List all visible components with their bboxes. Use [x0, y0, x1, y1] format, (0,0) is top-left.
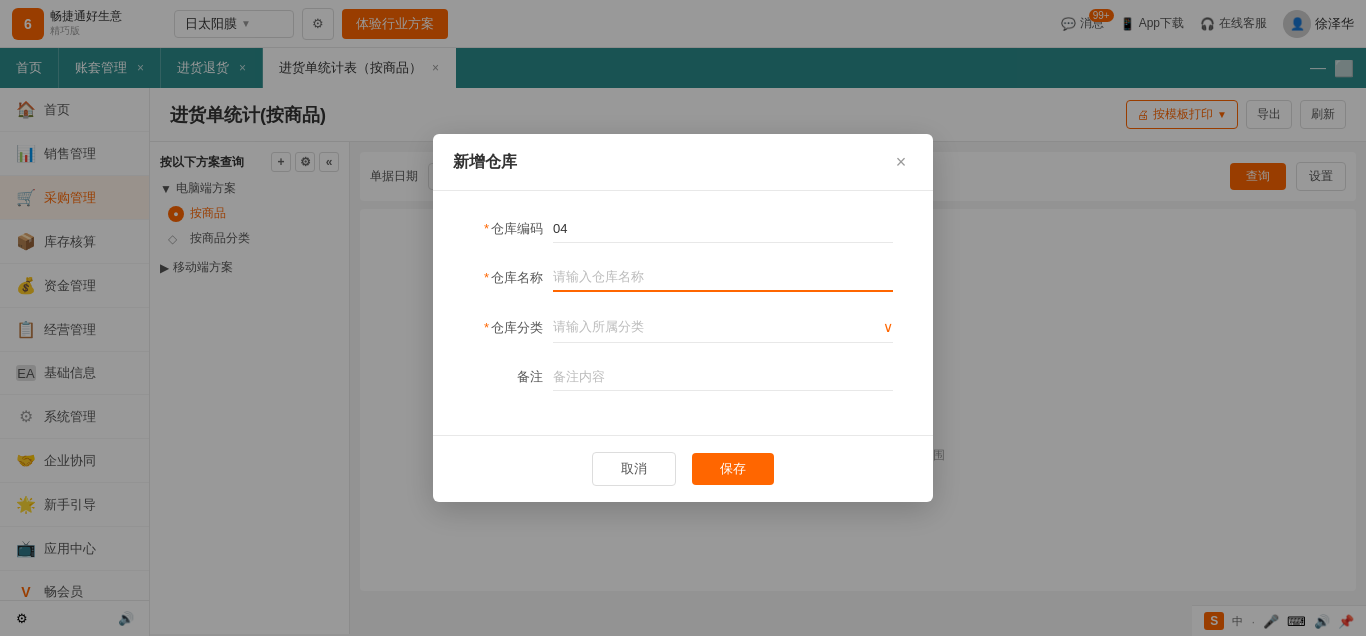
cancel-button[interactable]: 取消 — [592, 452, 676, 486]
warehouse-code-input[interactable] — [553, 215, 893, 243]
modal-footer: 取消 保存 — [433, 435, 933, 502]
remark-input[interactable] — [553, 363, 893, 391]
modal-new-warehouse: 新增仓库 × *仓库编码 *仓库名称 *仓库分类 — [433, 134, 933, 502]
form-row-category: *仓库分类 请输入所属分类 ∨ — [473, 312, 893, 343]
form-row-remark: 备注 — [473, 363, 893, 391]
category-label: *仓库分类 — [473, 319, 553, 337]
category-dropdown-arrow: ∨ — [883, 319, 893, 335]
remark-label: 备注 — [473, 368, 553, 386]
modal-title: 新增仓库 — [453, 152, 517, 173]
warehouse-category-select[interactable]: 请输入所属分类 ∨ — [553, 312, 893, 343]
warehouse-name-input[interactable] — [553, 263, 893, 292]
modal-overlay[interactable]: 新增仓库 × *仓库编码 *仓库名称 *仓库分类 — [0, 0, 1366, 636]
modal-header: 新增仓库 × — [433, 134, 933, 191]
form-row-code: *仓库编码 — [473, 215, 893, 243]
category-placeholder: 请输入所属分类 — [553, 318, 644, 336]
code-label: *仓库编码 — [473, 220, 553, 238]
name-label: *仓库名称 — [473, 269, 553, 287]
modal-close-button[interactable]: × — [889, 150, 913, 174]
save-button[interactable]: 保存 — [692, 453, 774, 485]
form-row-name: *仓库名称 — [473, 263, 893, 292]
modal-body: *仓库编码 *仓库名称 *仓库分类 请输入所属分类 ∨ — [433, 191, 933, 435]
